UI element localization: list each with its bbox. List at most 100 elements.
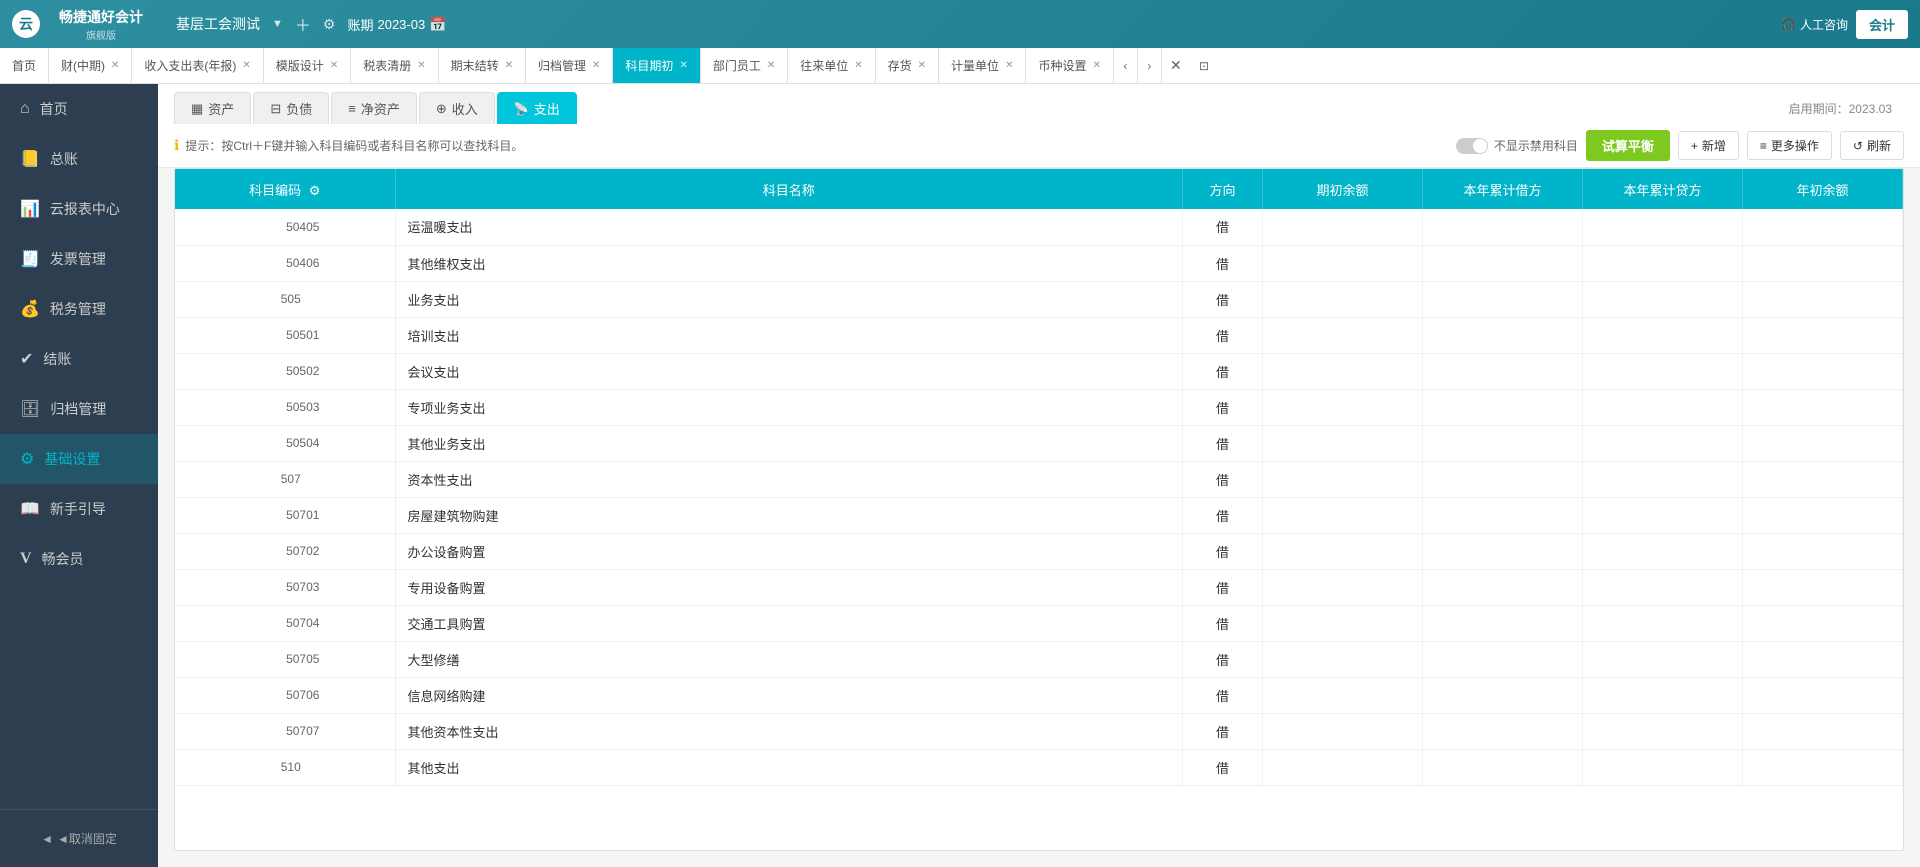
table-row[interactable]: 50705 大型修缮 借 — [175, 641, 1903, 677]
tab-dept-staff-close[interactable]: ✕ — [767, 60, 775, 71]
table-row[interactable]: 507 资本性支出 借 — [175, 461, 1903, 497]
tab-template-close[interactable]: ✕ — [330, 60, 338, 71]
sidebar-item-member[interactable]: V 畅会员 — [0, 534, 158, 584]
cell-ytd-credit — [1583, 209, 1743, 245]
trial-balance-btn[interactable]: 试算平衡 — [1586, 130, 1670, 161]
cell-direction: 借 — [1183, 497, 1263, 533]
tab-tax-close[interactable]: ✕ — [417, 60, 425, 71]
sidebar-item-tax[interactable]: 💰 税务管理 — [0, 284, 158, 334]
add-project-btn[interactable]: ＋ — [295, 12, 311, 36]
sub-tab-income[interactable]: ⊕ 收入 — [419, 92, 495, 124]
tax-icon: 💰 — [20, 299, 40, 319]
sub-tab-asset[interactable]: ▦ 资产 — [174, 92, 251, 124]
period-display: 账期 2023-03 📅 — [347, 15, 446, 34]
toggle-disabled-subjects[interactable]: 不显示禁用科目 — [1456, 137, 1578, 154]
sidebar-item-invoice[interactable]: 🧾 发票管理 — [0, 234, 158, 284]
tab-nav-next[interactable]: › — [1138, 48, 1162, 83]
table-row[interactable]: 50406 其他维权支出 借 — [175, 245, 1903, 281]
tab-income-annual-close[interactable]: ✕ — [242, 60, 250, 71]
tab-template[interactable]: 模版设计 ✕ — [264, 48, 351, 83]
sidebar-item-settlement-label: 结账 — [43, 349, 71, 369]
cell-ytd-credit — [1583, 749, 1743, 785]
tab-currency-close[interactable]: ✕ — [1092, 60, 1100, 71]
table-row[interactable]: 50701 房屋建筑物购建 借 — [175, 497, 1903, 533]
tab-finance-mid-close[interactable]: ✕ — [111, 60, 119, 71]
tab-units-close[interactable]: ✕ — [1005, 60, 1013, 71]
refresh-icon: ↺ — [1853, 139, 1863, 153]
tab-nav-prev[interactable]: ‹ — [1114, 48, 1138, 83]
refresh-btn[interactable]: ↺ 刷新 — [1840, 131, 1904, 160]
table-row[interactable]: 505 业务支出 借 — [175, 281, 1903, 317]
content-area: ▦ 资产 ⊟ 负债 ≡ 净资产 ⊕ 收入 📡 支出 启用期间：2023.03 — [158, 84, 1920, 867]
tab-period-end-close[interactable]: ✕ — [505, 60, 513, 71]
settings-icon[interactable]: ⚙ — [323, 16, 336, 33]
sub-tab-liability[interactable]: ⊟ 负债 — [253, 92, 329, 124]
tab-close-all-btn[interactable]: ✕ — [1162, 48, 1190, 83]
tab-income-annual[interactable]: 收入支出表(年报) ✕ — [132, 48, 263, 83]
tab-dept-staff[interactable]: 部门员工 ✕ — [701, 48, 788, 83]
calendar-icon[interactable]: 📅 — [429, 16, 446, 33]
cell-ytd-balance — [1743, 245, 1903, 281]
sidebar-item-reports[interactable]: 📊 云报表中心 — [0, 184, 158, 234]
cell-opening-balance — [1263, 389, 1423, 425]
cell-ytd-balance — [1743, 317, 1903, 353]
sidebar-item-archive[interactable]: 🗄 归档管理 — [0, 384, 158, 434]
col-opening-balance: 期初余额 — [1263, 169, 1423, 209]
tab-fullscreen-btn[interactable]: ⊡ — [1190, 48, 1218, 83]
consult-btn[interactable]: 🎧 人工咨询 — [1781, 16, 1848, 33]
cell-ytd-debit — [1423, 749, 1583, 785]
sub-tab-expenditure[interactable]: 📡 支出 — [497, 92, 577, 124]
table-row[interactable]: 50706 信息网络购建 借 — [175, 677, 1903, 713]
new-btn[interactable]: + 新增 — [1678, 131, 1739, 160]
tab-counterpart[interactable]: 往来单位 ✕ — [788, 48, 875, 83]
tab-finance-mid[interactable]: 财(中期) ✕ — [49, 48, 132, 83]
col-code-settings-icon[interactable]: ⚙ — [309, 183, 321, 198]
tab-units[interactable]: 计量单位 ✕ — [939, 48, 1026, 83]
table-row[interactable]: 50707 其他资本性支出 借 — [175, 713, 1903, 749]
sidebar: ⌂ 首页 📒 总账 📊 云报表中心 🧾 发票管理 💰 税务管理 ✔ 结账 🗄 归… — [0, 84, 158, 867]
cell-ytd-debit — [1423, 677, 1583, 713]
table-row[interactable]: 50405 运温暖支出 借 — [175, 209, 1903, 245]
tab-tax[interactable]: 税表清册 ✕ — [351, 48, 438, 83]
cell-ytd-balance — [1743, 533, 1903, 569]
period-label: 账期 — [347, 15, 373, 34]
table-row[interactable]: 50502 会议支出 借 — [175, 353, 1903, 389]
project-name: 基层工会测试 — [176, 14, 260, 34]
table-row[interactable]: 50703 专用设备购置 借 — [175, 569, 1903, 605]
sub-tab-net-asset[interactable]: ≡ 净资产 — [331, 92, 417, 124]
toggle-track[interactable] — [1456, 138, 1488, 154]
tab-archive-close[interactable]: ✕ — [592, 60, 600, 71]
more-ops-btn[interactable]: ≡ 更多操作 — [1747, 131, 1832, 160]
sidebar-item-member-label: 畅会员 — [42, 549, 84, 569]
account-btn[interactable]: 会计 — [1856, 10, 1908, 39]
tab-subject-initial-close[interactable]: ✕ — [679, 60, 687, 71]
tab-counterpart-close[interactable]: ✕ — [854, 60, 862, 71]
tab-home[interactable]: 首页 — [0, 48, 49, 83]
sidebar-item-basic-settings[interactable]: ⚙ 基础设置 — [0, 434, 158, 484]
unpin-btn[interactable]: ◄ ◄取消固定 — [0, 822, 158, 855]
tab-inventory-close[interactable]: ✕ — [918, 60, 926, 71]
sidebar-item-settlement[interactable]: ✔ 结账 — [0, 334, 158, 384]
sidebar-item-guide[interactable]: 📖 新手引导 — [0, 484, 158, 534]
tab-subject-initial[interactable]: 科目期初 ✕ — [613, 48, 700, 83]
subject-table: 科目编码 ⚙ 科目名称 方向 期初余额 本年累计借方 本年累计贷方 年初余额 5… — [175, 169, 1903, 786]
sidebar-item-home[interactable]: ⌂ 首页 — [0, 84, 158, 134]
table-row[interactable]: 50704 交通工具购置 借 — [175, 605, 1903, 641]
sidebar-item-general-ledger[interactable]: 📒 总账 — [0, 134, 158, 184]
table-row[interactable]: 510 其他支出 借 — [175, 749, 1903, 785]
table-row[interactable]: 50702 办公设备购置 借 — [175, 533, 1903, 569]
cell-code: 505 — [175, 281, 395, 317]
table-row[interactable]: 50504 其他业务支出 借 — [175, 425, 1903, 461]
tab-currency[interactable]: 币种设置 ✕ — [1026, 48, 1113, 83]
tab-period-end[interactable]: 期末结转 ✕ — [439, 48, 526, 83]
cell-direction: 借 — [1183, 353, 1263, 389]
table-row[interactable]: 50503 专项业务支出 借 — [175, 389, 1903, 425]
cell-name: 交通工具购置 — [395, 605, 1183, 641]
tab-archive[interactable]: 归档管理 ✕ — [526, 48, 613, 83]
project-dropdown-icon[interactable]: ▼ — [272, 18, 283, 30]
cell-ytd-balance — [1743, 605, 1903, 641]
tab-inventory[interactable]: 存货 ✕ — [876, 48, 939, 83]
cell-ytd-credit — [1583, 425, 1743, 461]
table-row[interactable]: 50501 培训支出 借 — [175, 317, 1903, 353]
asset-icon: ▦ — [191, 101, 203, 117]
